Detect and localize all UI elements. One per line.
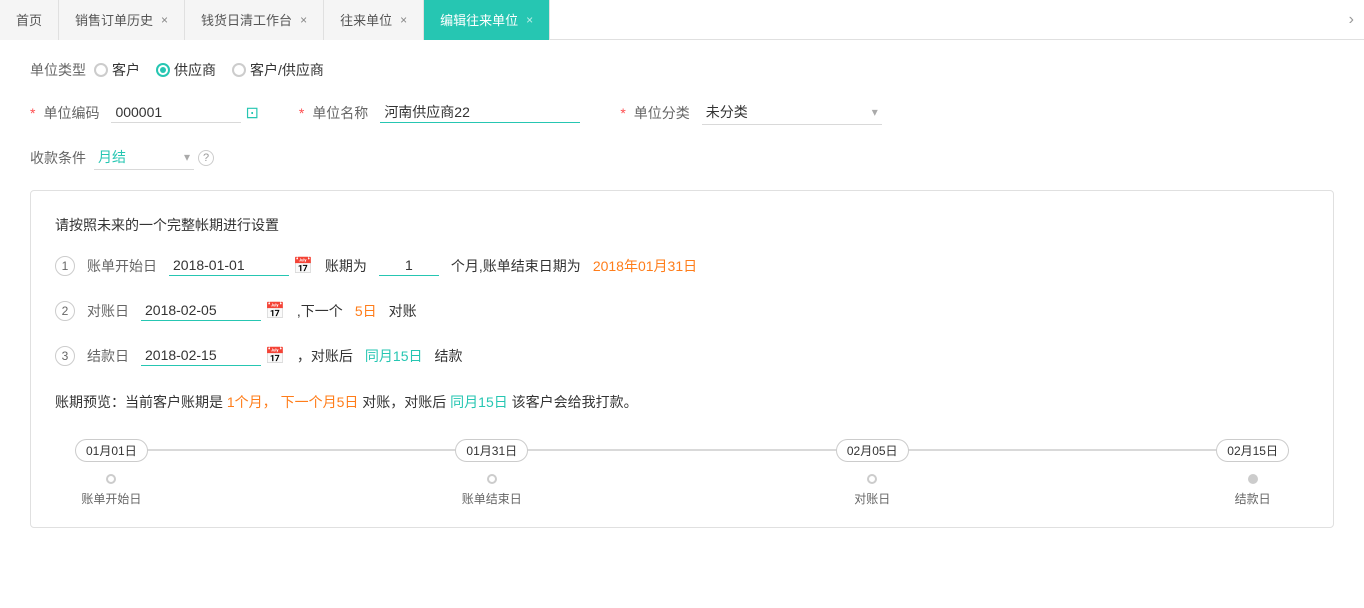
timeline-dot-3: [1248, 474, 1258, 484]
payment-prefix: ，对账后: [297, 346, 353, 366]
tab-bar: 首页 销售订单历史 × 钱货日清工作台 × 往来单位 × 编辑往来单位 × ›: [0, 0, 1364, 40]
period-settings-box: 请按照未来的一个完整帐期进行设置 1 账单开始日 📅 账期为 个月,账单结束日期…: [30, 190, 1334, 528]
timeline-point-1: 01月31日 账单结束日: [455, 439, 528, 507]
unit-info-row: * 单位编码 ⊡ * 单位名称 * 单位分类 未分类 ▾: [30, 100, 1334, 125]
close-edit-unit[interactable]: ×: [526, 13, 533, 27]
unit-name-input[interactable]: [380, 102, 580, 123]
period-num-2: 2: [55, 301, 75, 321]
unit-code-label: 单位编码: [43, 103, 99, 123]
period-suffix-after: 个月,账单结束日期为: [451, 256, 581, 276]
reconcile-date-calendar[interactable]: 📅: [265, 301, 285, 321]
radio-supplier[interactable]: 供应商: [156, 60, 216, 80]
reconcile-prefix: ,下一个: [297, 301, 343, 321]
preview-text: 账期预览：当前客户账期是 1个月， 下一个月5日 对账，对账后 同月15日 该客…: [55, 390, 1309, 415]
payment-condition-select[interactable]: 月结 ▾: [94, 145, 194, 170]
timeline-point-3: 02月15日 结款日: [1216, 439, 1289, 507]
payment-condition-value: 月结: [98, 147, 126, 167]
payment-condition-chevron: ▾: [184, 150, 190, 164]
copy-icon[interactable]: ⊡: [245, 103, 258, 123]
unit-category-group: * 单位分类 未分类 ▾: [620, 100, 881, 125]
unit-category-label: 单位分类: [634, 103, 690, 123]
unit-code-group: * 单位编码 ⊡: [30, 102, 259, 123]
tab-more-arrow[interactable]: ›: [1339, 0, 1364, 40]
unit-type-radio-group: 客户 供应商 客户/供应商: [94, 60, 324, 80]
timeline-badge-2: 02月05日: [836, 439, 909, 462]
bill-start-date-input[interactable]: [169, 255, 289, 276]
period-row-2: 2 对账日 📅 ,下一个 5日 对账: [55, 300, 1309, 321]
unit-category-value: 未分类: [706, 102, 748, 122]
tab-sales-history[interactable]: 销售订单历史 ×: [59, 0, 185, 40]
unit-category-select[interactable]: 未分类 ▾: [702, 100, 882, 125]
close-cash-work[interactable]: ×: [300, 13, 307, 27]
period-label-3: 结款日: [87, 346, 129, 366]
timeline-badge-3: 02月15日: [1216, 439, 1289, 462]
help-icon[interactable]: ?: [198, 150, 214, 166]
radio-customer-circle: [94, 63, 108, 77]
period-label-1: 账单开始日: [87, 256, 157, 276]
tab-cash-work[interactable]: 钱货日清工作台 ×: [185, 0, 324, 40]
reconcile-highlight: 5日: [355, 301, 377, 321]
period-end-date: 2018年01月31日: [593, 256, 697, 276]
bill-start-date-calendar[interactable]: 📅: [293, 256, 313, 276]
period-suffix-before: 账期为: [325, 256, 367, 276]
timeline-points: 01月01日 账单开始日 01月31日 账单结束日 02月05日 对账日 02月…: [75, 439, 1289, 507]
timeline-desc-0: 账单开始日: [81, 490, 141, 507]
reconcile-suffix: 对账: [389, 301, 417, 321]
tab-edit-unit[interactable]: 编辑往来单位 ×: [424, 0, 550, 40]
radio-both[interactable]: 客户/供应商: [232, 60, 324, 80]
payment-condition-label: 收款条件: [30, 148, 86, 168]
payment-suffix: 结款: [435, 346, 463, 366]
period-row-1: 1 账单开始日 📅 账期为 个月,账单结束日期为 2018年01月31日: [55, 255, 1309, 276]
timeline-dot-0: [106, 474, 116, 484]
payment-condition-row: 收款条件 月结 ▾ ?: [30, 145, 1334, 170]
period-label-2: 对账日: [87, 301, 129, 321]
section-description: 请按照未来的一个完整帐期进行设置: [55, 215, 1309, 235]
period-num-1: 1: [55, 256, 75, 276]
payment-date-input[interactable]: [141, 345, 261, 366]
timeline-dot-2: [867, 474, 877, 484]
period-num-3: 3: [55, 346, 75, 366]
unit-category-chevron: ▾: [872, 105, 878, 119]
radio-both-circle: [232, 63, 246, 77]
reconcile-date-input[interactable]: [141, 300, 261, 321]
timeline-point-2: 02月05日 对账日: [836, 439, 909, 507]
payment-highlight: 同月15日: [365, 346, 423, 366]
timeline-badge-1: 01月31日: [455, 439, 528, 462]
close-sales-history[interactable]: ×: [161, 13, 168, 27]
unit-type-row: 单位类型 客户 供应商 客户/供应商: [30, 60, 1334, 80]
timeline-desc-2: 对账日: [854, 490, 890, 507]
period-row-3: 3 结款日 📅 ，对账后 同月15日 结款: [55, 345, 1309, 366]
timeline-point-0: 01月01日 账单开始日: [75, 439, 148, 507]
timeline-desc-3: 结款日: [1235, 490, 1271, 507]
radio-supplier-label: 供应商: [174, 60, 216, 80]
main-content: 单位类型 客户 供应商 客户/供应商 * 单位编码 ⊡ * 单位名称: [0, 40, 1364, 608]
unit-name-label: 单位名称: [312, 103, 368, 123]
timeline-desc-1: 账单结束日: [462, 490, 522, 507]
payment-date-calendar[interactable]: 📅: [265, 346, 285, 366]
radio-supplier-circle: [156, 63, 170, 77]
radio-customer[interactable]: 客户: [94, 60, 140, 80]
period-months-input[interactable]: [379, 255, 439, 276]
radio-customer-label: 客户: [112, 60, 140, 80]
unit-name-group: * 单位名称: [299, 102, 580, 123]
radio-both-label: 客户/供应商: [250, 60, 324, 80]
unit-code-input[interactable]: [111, 102, 241, 123]
timeline: 01月01日 账单开始日 01月31日 账单结束日 02月05日 对账日 02月…: [55, 439, 1309, 507]
timeline-dot-1: [487, 474, 497, 484]
timeline-badge-0: 01月01日: [75, 439, 148, 462]
tab-home[interactable]: 首页: [0, 0, 59, 40]
unit-type-label: 单位类型: [30, 60, 86, 80]
close-related-unit[interactable]: ×: [400, 13, 407, 27]
tab-related-unit[interactable]: 往来单位 ×: [324, 0, 424, 40]
